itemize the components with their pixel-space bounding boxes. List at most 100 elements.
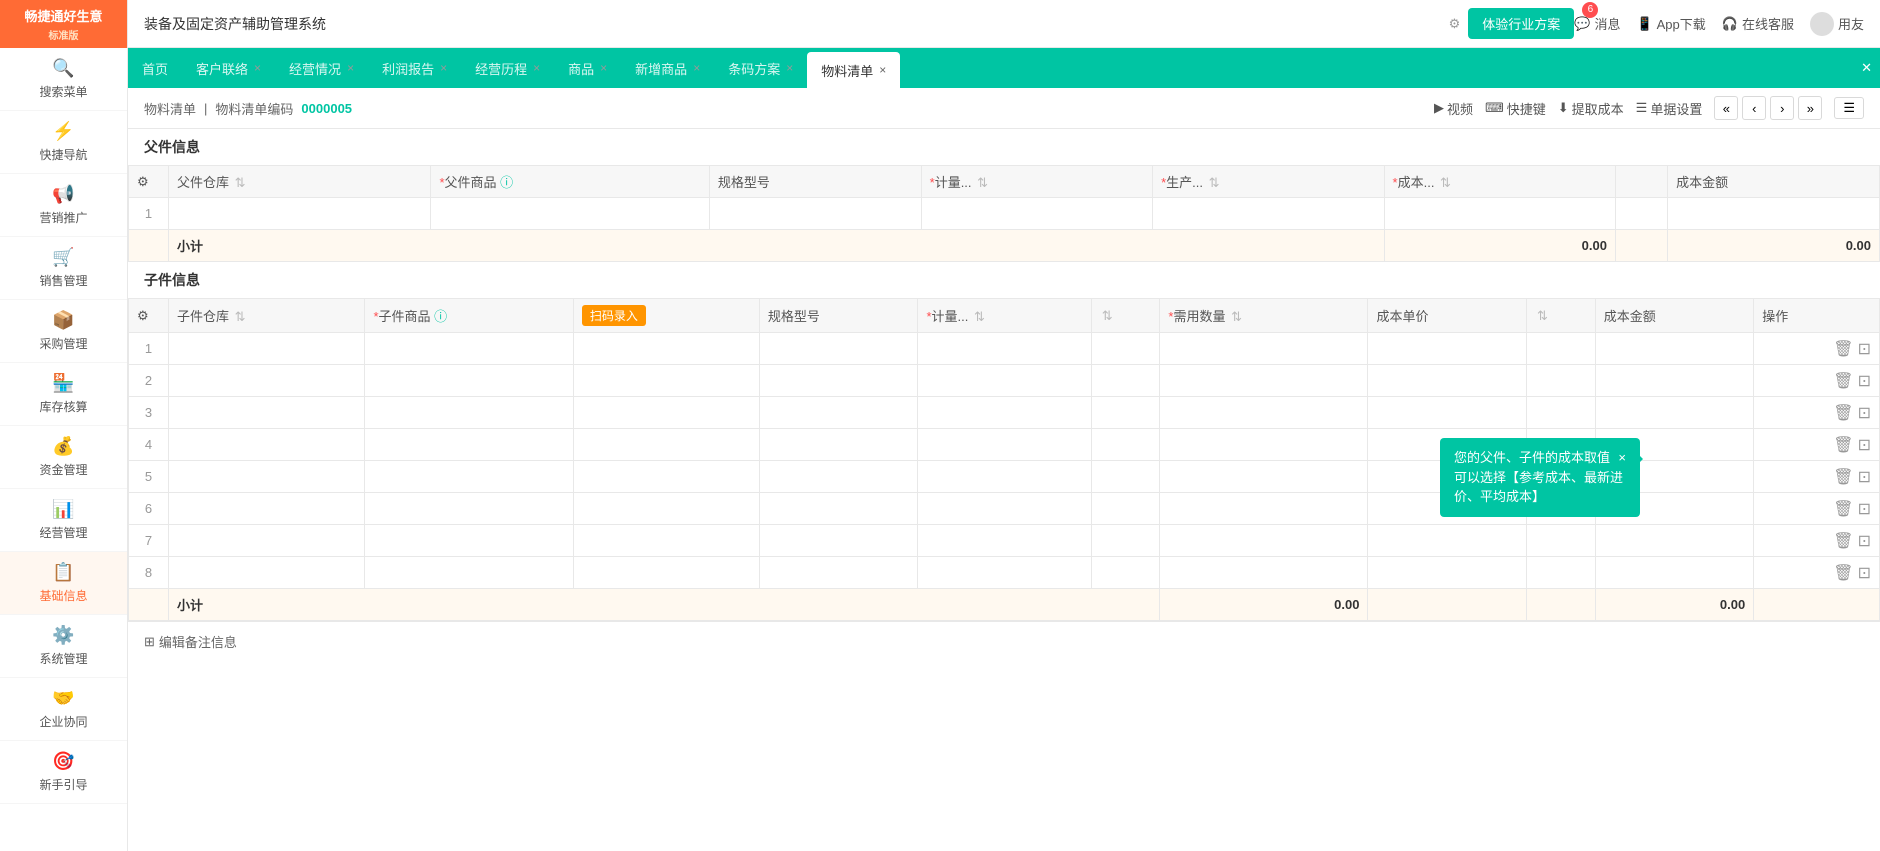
child-row-warehouse[interactable]: [169, 461, 365, 493]
copy-row-btn[interactable]: ⊡: [1858, 563, 1871, 583]
nav-next-btn[interactable]: ›: [1770, 96, 1794, 120]
delete-row-btn[interactable]: 🗑: [1833, 403, 1853, 423]
parent-col-settings[interactable]: ⚙: [129, 166, 169, 198]
child-row-warehouse[interactable]: [169, 397, 365, 429]
child-row-price[interactable]: [1368, 365, 1527, 397]
child-row-product[interactable]: [365, 397, 573, 429]
child-row-warehouse[interactable]: [169, 365, 365, 397]
sidebar-item-guide[interactable]: 🎯 新手引导: [0, 741, 127, 804]
online-service-btn[interactable]: 🎧 在线客服: [1722, 14, 1794, 33]
tab-products[interactable]: 商品 ×: [554, 48, 621, 88]
tab-customer[interactable]: 客户联络 ×: [182, 48, 275, 88]
tooltip-close-btn[interactable]: ×: [1618, 448, 1626, 468]
child-row-unit[interactable]: [918, 333, 1091, 365]
parent-row-unit[interactable]: [921, 198, 1152, 230]
sidebar-item-collab[interactable]: 🤝 企业协同: [0, 678, 127, 741]
child-row-qty[interactable]: [1160, 493, 1368, 525]
child-row-product[interactable]: [365, 429, 573, 461]
close-all-btn[interactable]: ✕: [1861, 60, 1880, 76]
tab-close-icon[interactable]: ×: [879, 63, 886, 77]
delete-row-btn[interactable]: 🗑: [1833, 563, 1853, 583]
child-row-product[interactable]: [365, 365, 573, 397]
child-row-spec[interactable]: [759, 397, 918, 429]
notes-btn[interactable]: ⊞ 编辑备注信息: [144, 632, 237, 651]
child-row-qty[interactable]: [1160, 333, 1368, 365]
child-row-price[interactable]: [1368, 557, 1527, 589]
tab-close-icon[interactable]: ×: [693, 61, 700, 75]
parent-row-warehouse[interactable]: [169, 198, 431, 230]
tab-close-icon[interactable]: ×: [440, 61, 447, 75]
tab-new-product[interactable]: 新增商品 ×: [621, 48, 714, 88]
app-download-btn[interactable]: 📱 App下载: [1636, 14, 1705, 33]
child-row-product[interactable]: [365, 557, 573, 589]
tab-close-icon[interactable]: ×: [254, 61, 261, 75]
tab-barcode[interactable]: 条码方案 ×: [714, 48, 807, 88]
tab-close-icon[interactable]: ×: [347, 61, 354, 75]
child-row-product[interactable]: [365, 525, 573, 557]
user-btn[interactable]: 用友: [1810, 12, 1864, 36]
copy-row-btn[interactable]: ⊡: [1858, 371, 1871, 391]
message-btn[interactable]: 💬 6 消息: [1574, 14, 1620, 33]
tab-close-icon[interactable]: ×: [786, 61, 793, 75]
child-col-settings[interactable]: ⚙: [129, 299, 169, 333]
tab-profit[interactable]: 利润报告 ×: [368, 48, 461, 88]
tab-operations[interactable]: 经营情况 ×: [275, 48, 368, 88]
tab-close-icon[interactable]: ×: [600, 61, 607, 75]
copy-row-btn[interactable]: ⊡: [1858, 435, 1871, 455]
delete-row-btn[interactable]: 🗑: [1833, 371, 1853, 391]
child-row-spec[interactable]: [759, 525, 918, 557]
child-row-price[interactable]: [1368, 333, 1527, 365]
copy-row-btn[interactable]: ⊡: [1858, 531, 1871, 551]
child-row-price[interactable]: [1368, 397, 1527, 429]
delete-row-btn[interactable]: 🗑: [1833, 435, 1853, 455]
child-col-scan[interactable]: 扫码录入: [573, 299, 759, 333]
copy-row-btn[interactable]: ⊡: [1858, 403, 1871, 423]
child-row-product[interactable]: [365, 333, 573, 365]
delete-row-btn[interactable]: 🗑: [1833, 467, 1853, 487]
child-row-unit[interactable]: [918, 365, 1091, 397]
child-row-warehouse[interactable]: [169, 333, 365, 365]
child-row-qty[interactable]: [1160, 397, 1368, 429]
copy-row-btn[interactable]: ⊡: [1858, 499, 1871, 519]
child-row-spec[interactable]: [759, 429, 918, 461]
child-row-qty[interactable]: [1160, 365, 1368, 397]
copy-row-btn[interactable]: ⊡: [1858, 467, 1871, 487]
parent-row-spec[interactable]: [709, 198, 921, 230]
copy-row-btn[interactable]: ⊡: [1858, 339, 1871, 359]
child-row-spec[interactable]: [759, 333, 918, 365]
scan-btn[interactable]: 扫码录入: [582, 305, 646, 326]
trial-btn[interactable]: 体验行业方案: [1468, 8, 1574, 39]
child-row-spec[interactable]: [759, 557, 918, 589]
child-row-qty[interactable]: [1160, 525, 1368, 557]
sidebar-item-search[interactable]: 🔍 搜索菜单: [0, 48, 127, 111]
tab-bom[interactable]: 物料清单 ×: [807, 52, 900, 88]
child-row-spec[interactable]: [759, 365, 918, 397]
child-row-warehouse[interactable]: [169, 429, 365, 461]
delete-row-btn[interactable]: 🗑: [1833, 531, 1853, 551]
parent-row-production[interactable]: [1153, 198, 1384, 230]
parent-row-cost[interactable]: [1384, 198, 1615, 230]
child-row-warehouse[interactable]: [169, 493, 365, 525]
sidebar-item-quicknav[interactable]: ⚡ 快捷导航: [0, 111, 127, 174]
sidebar-item-sales[interactable]: 🛒 销售管理: [0, 237, 127, 300]
sidebar-item-basic[interactable]: 📋 基础信息: [0, 552, 127, 615]
child-row-unit[interactable]: [918, 397, 1091, 429]
settings-icon[interactable]: ⚙: [1449, 16, 1461, 32]
child-row-price[interactable]: [1368, 525, 1527, 557]
child-row-warehouse[interactable]: [169, 525, 365, 557]
shortcut-btn[interactable]: ⌨ 快捷键: [1485, 99, 1546, 118]
child-row-unit[interactable]: [918, 557, 1091, 589]
sidebar-item-marketing[interactable]: 📢 营销推广: [0, 174, 127, 237]
sidebar-item-finance[interactable]: 💰 资金管理: [0, 426, 127, 489]
menu-btn[interactable]: ☰: [1834, 97, 1864, 119]
cost-btn[interactable]: ⬇ 提取成本: [1558, 99, 1624, 118]
sidebar-item-system[interactable]: ⚙️ 系统管理: [0, 615, 127, 678]
child-row-unit[interactable]: [918, 429, 1091, 461]
single-settings-btn[interactable]: ☰ 单据设置: [1636, 99, 1703, 118]
child-row-qty[interactable]: [1160, 557, 1368, 589]
parent-row-product[interactable]: [431, 198, 709, 230]
sidebar-item-purchase[interactable]: 📦 采购管理: [0, 300, 127, 363]
child-row-spec[interactable]: [759, 493, 918, 525]
tab-history[interactable]: 经营历程 ×: [461, 48, 554, 88]
child-row-product[interactable]: [365, 461, 573, 493]
